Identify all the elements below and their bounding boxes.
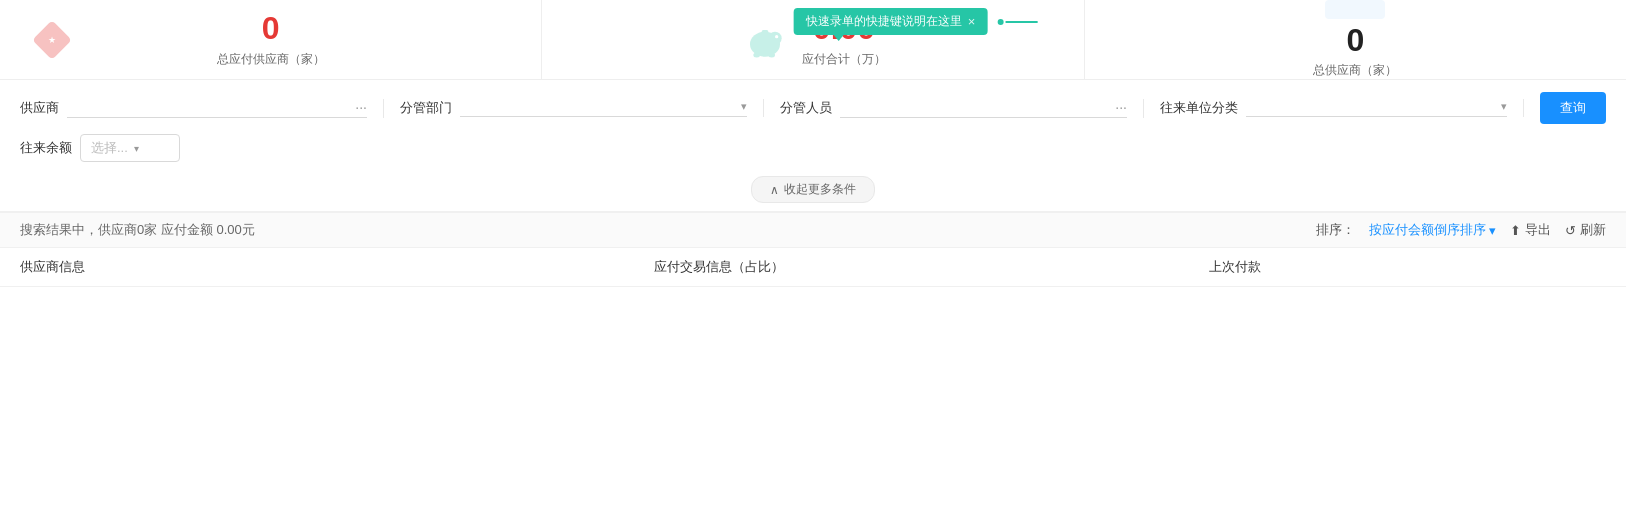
stat-total-payable-amount: 0.00 应付合计（万） 快速录单的快捷键说明在这里 ×	[542, 0, 1084, 79]
unit-category-label: 往来单位分类	[1160, 99, 1238, 117]
filter-row-2: 往来余额 选择... ▾	[20, 134, 1606, 162]
supplier-more-icon[interactable]: ···	[355, 99, 367, 115]
department-chevron-icon[interactable]: ▾	[741, 100, 747, 113]
unit-category-input-area: ▾	[1246, 99, 1507, 117]
results-actions: 排序： 按应付会额倒序排序 ▾ ⬆ 导出 ↺ 刷新	[1316, 221, 1606, 239]
person-more-icon[interactable]: ···	[1115, 99, 1127, 115]
col-transaction-header: 应付交易信息（占比）	[654, 258, 1209, 276]
balance-placeholder: 选择...	[91, 139, 128, 157]
diamond-icon: ★	[30, 18, 74, 62]
query-button[interactable]: 查询	[1540, 92, 1606, 124]
filter-bar: 供应商 ··· 分管部门 ▾ 分管人员 ··· 往来单位分类	[0, 80, 1626, 212]
stat-payable-suppliers-label: 总应付供应商（家）	[217, 51, 325, 68]
svg-point-5	[768, 52, 775, 57]
filter-balance: 往来余额 选择... ▾	[20, 134, 196, 162]
export-label: 导出	[1525, 221, 1551, 239]
person-input[interactable]	[840, 99, 1111, 114]
department-input-area: ▾	[460, 99, 747, 117]
balance-chevron-icon: ▾	[134, 143, 139, 154]
col-payment-header: 上次付款	[1209, 258, 1606, 276]
table-header: 供应商信息 应付交易信息（占比） 上次付款	[0, 248, 1626, 287]
filter-unit-category: 往来单位分类 ▾	[1144, 99, 1524, 117]
department-input[interactable]	[460, 99, 737, 114]
stat-total-suppliers-value: 0	[1346, 23, 1364, 58]
balance-select[interactable]: 选择... ▾	[80, 134, 180, 162]
results-summary: 搜索结果中，供应商0家 应付金额 0.00元	[20, 221, 255, 239]
stat-total-suppliers-label: 总供应商（家）	[1313, 62, 1397, 79]
supplier-input[interactable]	[67, 99, 351, 114]
stats-bar: ★ 0 总应付供应商（家） 0.00 应付合计（万） 快速录单的快捷键说明在这	[0, 0, 1626, 80]
collapse-arrow-icon: ∧	[770, 183, 779, 197]
tooltip-bubble: 快速录单的快捷键说明在这里 ×	[794, 8, 988, 35]
refresh-button[interactable]: ↺ 刷新	[1565, 221, 1606, 239]
refresh-icon: ↺	[1565, 223, 1576, 238]
sort-chevron-icon: ▾	[1489, 223, 1496, 238]
tooltip-dot	[995, 17, 1005, 27]
collapse-button[interactable]: ∧ 收起更多条件	[751, 176, 875, 203]
svg-point-4	[753, 52, 760, 57]
supplier-label: 供应商	[20, 99, 59, 117]
export-button[interactable]: ⬆ 导出	[1510, 221, 1551, 239]
collapse-label: 收起更多条件	[784, 181, 856, 198]
collapse-bar: ∧ 收起更多条件	[20, 170, 1606, 211]
svg-point-3	[768, 31, 781, 44]
unit-category-input[interactable]	[1246, 99, 1497, 114]
results-bar: 搜索结果中，供应商0家 应付金额 0.00元 排序： 按应付会额倒序排序 ▾ ⬆…	[0, 212, 1626, 248]
sort-value-text: 按应付会额倒序排序	[1369, 221, 1486, 239]
department-label: 分管部门	[400, 99, 452, 117]
piggy-icon	[740, 15, 790, 65]
person-label: 分管人员	[780, 99, 832, 117]
unit-category-chevron-icon[interactable]: ▾	[1501, 100, 1507, 113]
stat-total-suppliers: 0 总供应商（家）	[1085, 0, 1626, 79]
tooltip-close-btn[interactable]: ×	[968, 14, 976, 29]
svg-rect-7	[762, 30, 769, 33]
tooltip-text: 快速录单的快捷键说明在这里	[806, 13, 962, 30]
col-supplier-header: 供应商信息	[20, 258, 654, 276]
filter-row-1: 供应商 ··· 分管部门 ▾ 分管人员 ··· 往来单位分类	[20, 92, 1606, 124]
filter-person: 分管人员 ···	[764, 99, 1144, 118]
supplier-input-area: ···	[67, 99, 367, 118]
sort-label: 排序：	[1316, 221, 1355, 239]
person-input-area: ···	[840, 99, 1127, 118]
filter-supplier: 供应商 ···	[20, 99, 384, 118]
export-icon: ⬆	[1510, 223, 1521, 238]
stat-total-payable-suppliers: ★ 0 总应付供应商（家）	[0, 0, 542, 79]
table-body	[0, 287, 1626, 515]
svg-point-6	[775, 35, 778, 38]
stat-payable-amount-label: 应付合计（万）	[802, 51, 886, 68]
balance-label: 往来余额	[20, 139, 72, 157]
svg-text:★: ★	[48, 34, 56, 44]
refresh-label: 刷新	[1580, 221, 1606, 239]
filter-department: 分管部门 ▾	[384, 99, 764, 117]
supplier-image-placeholder	[1325, 0, 1385, 19]
stat-payable-suppliers-value: 0	[262, 11, 280, 46]
sort-value[interactable]: 按应付会额倒序排序 ▾	[1369, 221, 1496, 239]
